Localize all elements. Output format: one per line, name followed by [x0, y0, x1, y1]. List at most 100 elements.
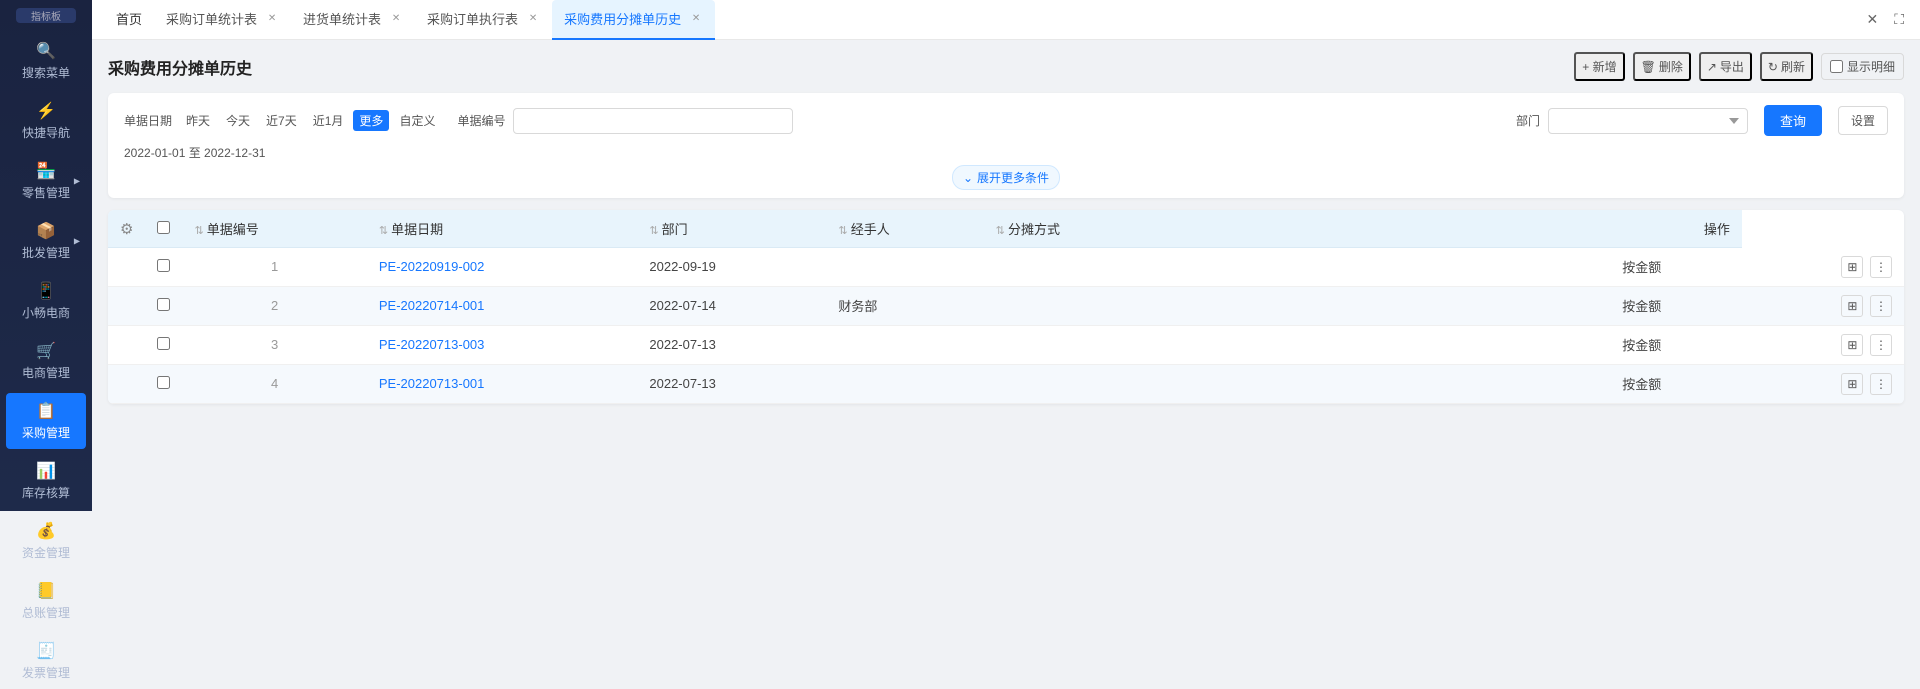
sidebar-label-invoice: 发票管理 [22, 664, 70, 681]
date-btn-1month[interactable]: 近1月 [307, 110, 350, 131]
row-checkbox[interactable] [157, 298, 170, 311]
more-icon[interactable]: ⋮ [1870, 295, 1892, 317]
sidebar-item-ecom[interactable]: 🛒电商管理 [6, 333, 86, 389]
row-settings-cell [108, 364, 145, 403]
export-button[interactable]: ↗ 导出 [1699, 52, 1752, 81]
table-row: 2 PE-20220714-001 2022-07-14 财务部 按金额 ⊞ ⋮ [108, 286, 1904, 325]
show-cols-checkbox[interactable] [1830, 60, 1843, 73]
search-settings-button[interactable]: 设置 [1838, 106, 1888, 135]
tab-close-purchase-receipt-stats[interactable]: ✕ [389, 12, 403, 26]
row-checkbox[interactable] [157, 337, 170, 350]
sidebar-item-search[interactable]: 🔍搜索菜单 [6, 33, 86, 89]
sidebar-label-ledger: 总账管理 [22, 604, 70, 621]
doc-num-link[interactable]: PE-20220713-001 [379, 376, 485, 391]
sidebar: 指标板 🔍搜索菜单⚡快捷导航🏪零售管理📦批发管理📱小畅电商🛒电商管理📋采购管理📊… [0, 0, 92, 511]
th-doc-num[interactable]: 单据编号 [182, 210, 366, 248]
sidebar-item-wholesale[interactable]: 📦批发管理 [6, 213, 86, 269]
date-btn-custom[interactable]: 自定义 [393, 110, 441, 131]
th-split-method[interactable]: 分摊方式 [984, 210, 1611, 248]
doc-num-link[interactable]: PE-20220714-001 [379, 298, 485, 313]
more-icon[interactable]: ⋮ [1870, 334, 1892, 356]
row-doc-date: 2022-07-14 [637, 286, 826, 325]
table-row: 3 PE-20220713-003 2022-07-13 按金额 ⊞ ⋮ [108, 325, 1904, 364]
delete-button[interactable]: 🗑 删除 [1633, 52, 1691, 81]
expand-window-btn[interactable]: ⛶ [1890, 9, 1908, 30]
tab-home[interactable]: 首页 [104, 0, 154, 40]
expand-conditions-btn[interactable]: ⌄ 展开更多条件 [952, 165, 1060, 190]
tab-purchase-receipt-stats[interactable]: 进货单统计表 ✕ [291, 0, 415, 40]
doc-num-input[interactable] [513, 108, 793, 134]
tab-purchase-order-stats[interactable]: 采购订单统计表✕ [154, 0, 291, 40]
row-num: 1 [182, 248, 366, 287]
row-ops-cell: ⊞ ⋮ [1742, 248, 1904, 287]
th-dept[interactable]: 部门 [637, 210, 826, 248]
tab-close-purchase-cost-history[interactable]: ✕ [689, 12, 703, 26]
search-area: 单据日期 昨天 今天 近7天 近1月 更多 自定义 单据编号 [108, 93, 1904, 198]
purchase-icon: 📋 [36, 401, 56, 421]
sidebar-item-invoice[interactable]: 🧾 发票管理 [6, 633, 86, 689]
select-all-checkbox[interactable] [157, 221, 170, 234]
refresh-icon: ↻ [1768, 60, 1778, 74]
expand-row: ⌄ 展开更多条件 [124, 165, 1888, 190]
th-handler[interactable]: 经手人 [826, 210, 983, 248]
sidebar-label-mini: 小畅电商 [22, 304, 70, 321]
search-button[interactable]: 查询 [1764, 105, 1822, 136]
more-icon[interactable]: ⋮ [1870, 373, 1892, 395]
more-icon[interactable]: ⋮ [1870, 256, 1892, 278]
table-row: 1 PE-20220919-002 2022-09-19 按金额 ⊞ ⋮ [108, 248, 1904, 287]
sidebar-item-inventory[interactable]: 📊库存核算 [6, 453, 86, 509]
dept-field: 部门 财务部 [1516, 108, 1748, 134]
row-handler [984, 286, 1611, 325]
view-icon[interactable]: ⊞ [1841, 295, 1863, 317]
mini-icon: 📱 [36, 281, 56, 301]
show-cols-toggle[interactable]: 显示明细 [1821, 53, 1904, 80]
view-icon[interactable]: ⊞ [1841, 256, 1863, 278]
date-shortcuts: 昨天 今天 近7天 近1月 更多 自定义 [180, 110, 441, 131]
view-icon[interactable]: ⊞ [1841, 373, 1863, 395]
refresh-button[interactable]: ↻ 刷新 [1760, 52, 1813, 81]
row-doc-num: PE-20220714-001 [367, 286, 638, 325]
close-window-btn[interactable]: ✕ [1862, 9, 1882, 30]
row-dept [826, 248, 983, 287]
row-checkbox[interactable] [157, 259, 170, 272]
tab-label-purchase-receipt-stats: 进货单统计表 [303, 9, 381, 28]
sidebar-item-mini[interactable]: 📱 小畅电商 [6, 273, 86, 329]
date-range-display: 2022-01-01 至 2022-12-31 [124, 144, 1888, 161]
tab-close-purchase-order-exec[interactable]: ✕ [526, 12, 540, 26]
doc-num-link[interactable]: PE-20220919-002 [379, 259, 485, 274]
table-row: 4 PE-20220713-001 2022-07-13 按金额 ⊞ ⋮ [108, 364, 1904, 403]
th-doc-date[interactable]: 单据日期 [367, 210, 638, 248]
column-settings-icon[interactable]: ⚙ [120, 221, 133, 238]
date-btn-today[interactable]: 今天 [220, 110, 256, 131]
th-settings: ⚙ [108, 210, 145, 248]
tab-purchase-cost-history[interactable]: 采购费用分摊单历史✕ [552, 0, 715, 40]
sidebar-item-purchase[interactable]: 📋采购管理 [6, 393, 86, 449]
row-settings-cell [108, 325, 145, 364]
view-icon[interactable]: ⊞ [1841, 334, 1863, 356]
row-doc-date: 2022-07-13 [637, 364, 826, 403]
invoice-icon: 🧾 [36, 641, 56, 661]
tab-bar-actions: ✕ ⛶ [1862, 9, 1908, 30]
tab-close-purchase-order-stats[interactable]: ✕ [265, 12, 279, 26]
dept-select[interactable]: 财务部 [1548, 108, 1748, 134]
row-num: 2 [182, 286, 366, 325]
row-doc-num: PE-20220713-001 [367, 364, 638, 403]
sidebar-item-quick[interactable]: ⚡快捷导航 [6, 93, 86, 149]
row-split-method: 按金额 [1610, 325, 1742, 364]
page-header: 采购费用分摊单历史 + 新增 🗑 删除 ↗ 导出 ↻ 刷新 显示明细 [108, 52, 1904, 81]
row-dept [826, 364, 983, 403]
sidebar-item-retail[interactable]: 🏪零售管理 [6, 153, 86, 209]
expand-icon: ⌄ [963, 171, 973, 185]
sidebar-item-ledger[interactable]: 📒总账管理 [6, 573, 86, 629]
export-icon: ↗ [1707, 60, 1717, 74]
tab-purchase-order-exec[interactable]: 采购订单执行表✕ [415, 0, 552, 40]
sidebar-label-quick: 快捷导航 [22, 124, 70, 141]
date-btn-yesterday[interactable]: 昨天 [180, 110, 216, 131]
date-btn-7days[interactable]: 近7天 [260, 110, 303, 131]
doc-num-link[interactable]: PE-20220713-003 [379, 337, 485, 352]
row-checkbox[interactable] [157, 376, 170, 389]
th-checkbox [145, 210, 182, 248]
date-btn-more[interactable]: 更多 [353, 110, 389, 131]
add-button[interactable]: + 新增 [1574, 52, 1624, 81]
sidebar-item-finance[interactable]: 💰资金管理 [6, 513, 86, 569]
